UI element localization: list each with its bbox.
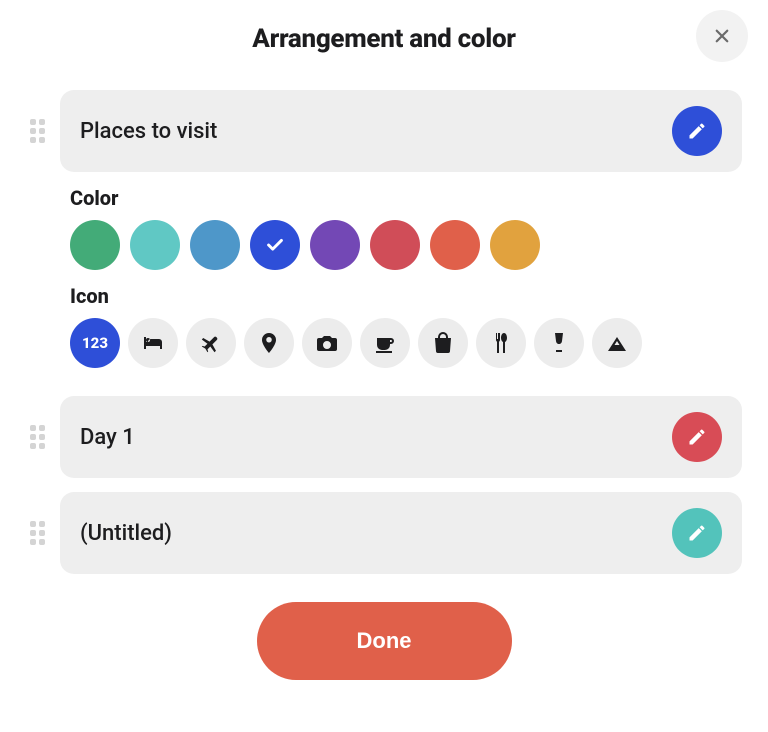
- utensils-icon: [489, 331, 513, 355]
- edit-button[interactable]: [672, 412, 722, 462]
- number-123-icon: 123: [82, 334, 108, 352]
- dialog-header: Arrangement and color: [26, 24, 742, 54]
- pencil-icon: [687, 427, 707, 447]
- list-item: (Untitled): [26, 492, 742, 574]
- color-swatch-amber[interactable]: [490, 220, 540, 270]
- icon-option-utensils[interactable]: [476, 318, 526, 368]
- done-button[interactable]: Done: [257, 602, 512, 680]
- edit-button[interactable]: [672, 106, 722, 156]
- color-swatch-blue[interactable]: [250, 220, 300, 270]
- plane-icon: [199, 331, 223, 355]
- item-card: Places to visit: [60, 90, 742, 172]
- item-card: Day 1: [60, 396, 742, 478]
- color-swatch-lightblue[interactable]: [190, 220, 240, 270]
- icon-row: 123: [70, 318, 742, 368]
- color-swatch-row: [70, 220, 742, 270]
- coffee-icon: [373, 331, 397, 355]
- icon-option-plane[interactable]: [186, 318, 236, 368]
- color-swatch-purple[interactable]: [310, 220, 360, 270]
- icon-option-bag[interactable]: [418, 318, 468, 368]
- list-item: Day 1: [26, 396, 742, 478]
- arrangement-dialog: Arrangement and color Places to visit Co…: [0, 0, 768, 680]
- pin-icon: [257, 331, 281, 355]
- item-label: (Untitled): [80, 521, 172, 546]
- close-button[interactable]: [696, 10, 748, 62]
- color-swatch-green[interactable]: [70, 220, 120, 270]
- edit-button[interactable]: [672, 508, 722, 558]
- icon-section-label: Icon: [70, 284, 742, 308]
- color-section-label: Color: [70, 186, 742, 210]
- bed-icon: [141, 331, 165, 355]
- bag-icon: [431, 331, 455, 355]
- pencil-icon: [687, 121, 707, 141]
- mountain-icon: [605, 331, 629, 355]
- footer: Done: [26, 602, 742, 680]
- item-label: Day 1: [80, 425, 135, 450]
- color-swatch-teal[interactable]: [130, 220, 180, 270]
- drag-handle[interactable]: [26, 521, 48, 545]
- dialog-title: Arrangement and color: [252, 24, 515, 54]
- icon-option-glass[interactable]: [534, 318, 584, 368]
- icon-option-mountain[interactable]: [592, 318, 642, 368]
- icon-option-coffee[interactable]: [360, 318, 410, 368]
- close-icon: [713, 27, 731, 45]
- check-icon: [264, 234, 286, 256]
- list-item: Places to visit: [26, 90, 742, 172]
- glass-icon: [547, 331, 571, 355]
- icon-option-123[interactable]: 123: [70, 318, 120, 368]
- item-card: (Untitled): [60, 492, 742, 574]
- drag-handle[interactable]: [26, 425, 48, 449]
- color-swatch-orange[interactable]: [430, 220, 480, 270]
- drag-handle[interactable]: [26, 119, 48, 143]
- icon-option-bed[interactable]: [128, 318, 178, 368]
- icon-option-pin[interactable]: [244, 318, 294, 368]
- pencil-icon: [687, 523, 707, 543]
- item-label: Places to visit: [80, 119, 217, 144]
- camera-icon: [315, 331, 339, 355]
- icon-option-camera[interactable]: [302, 318, 352, 368]
- color-swatch-red[interactable]: [370, 220, 420, 270]
